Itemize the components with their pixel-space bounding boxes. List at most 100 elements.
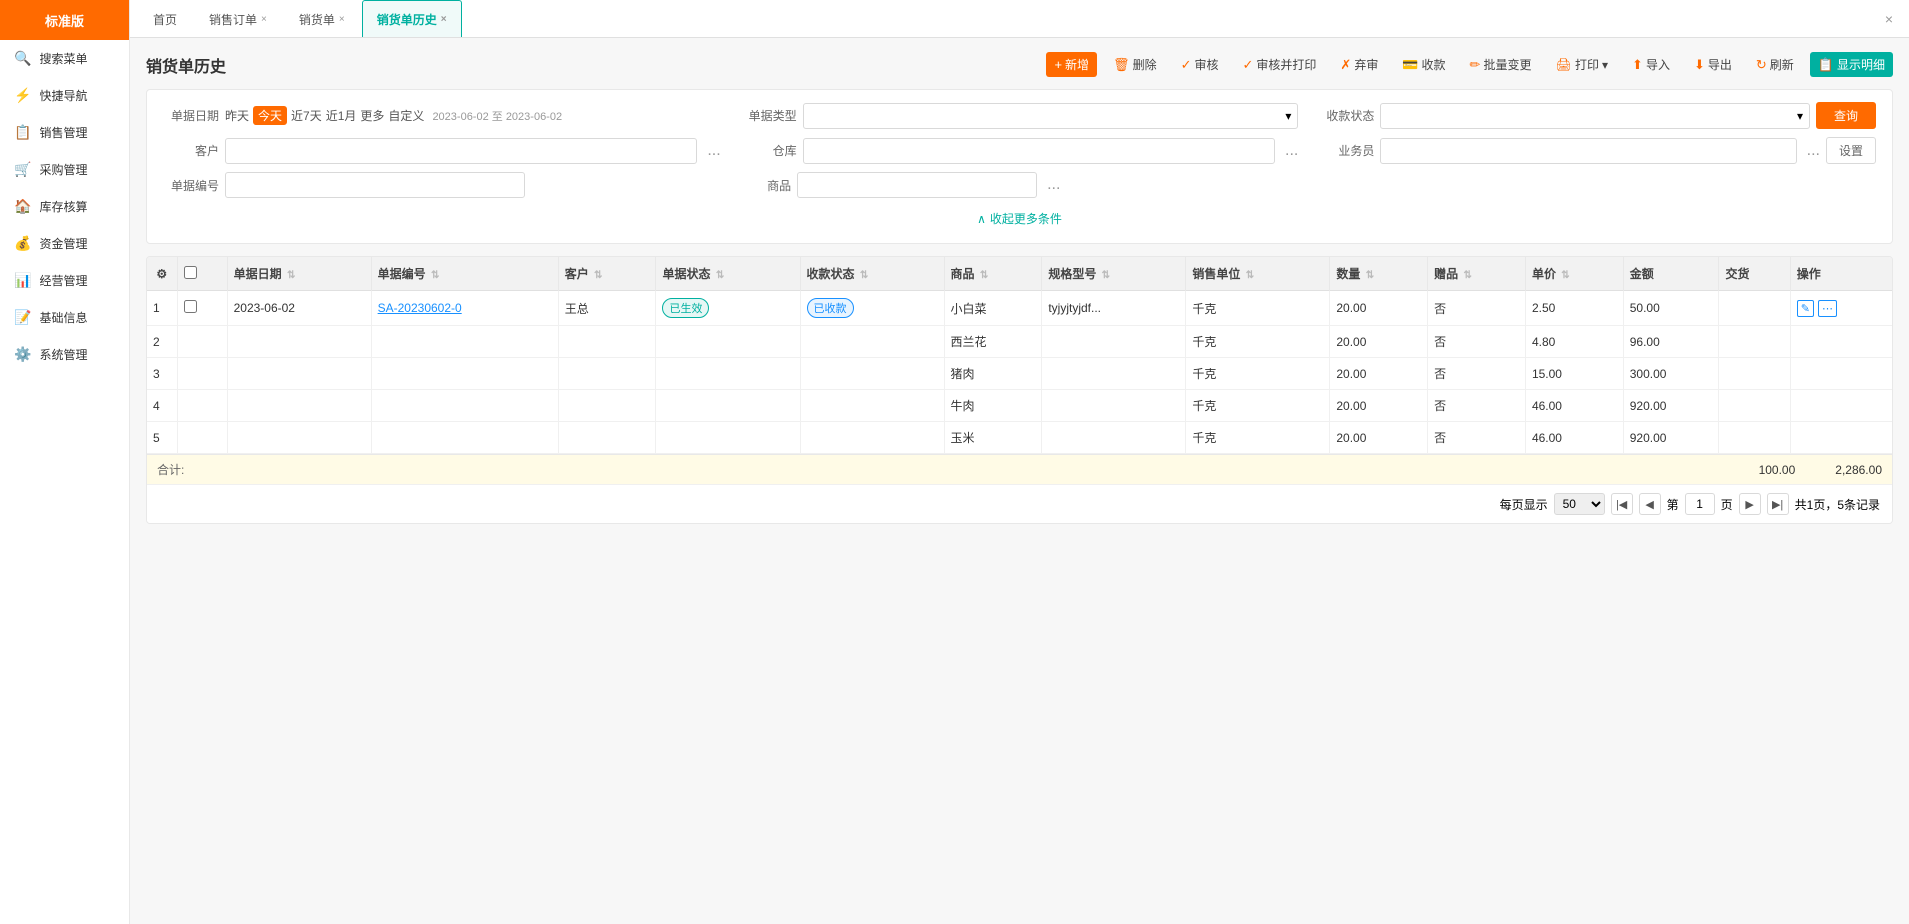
collapse-button[interactable]: ∧ 收起更多条件: [977, 206, 1062, 231]
row5-price: 46.00: [1525, 422, 1623, 454]
col-spec[interactable]: 规格型号 ⇅: [1042, 257, 1186, 291]
date-today[interactable]: 今天: [253, 106, 287, 125]
sidebar-item-sales-mgmt[interactable]: 📋 销售管理: [0, 114, 129, 151]
col-date[interactable]: 单据日期 ⇅: [227, 257, 371, 291]
collect-label: 收款: [1422, 56, 1446, 73]
filter-group-customer: 客户 ...: [163, 138, 721, 164]
batch-change-icon: ✏: [1470, 57, 1481, 73]
row1-checkbox[interactable]: [177, 291, 227, 326]
sidebar-item-quick-nav[interactable]: ⚡ 快捷导航: [0, 77, 129, 114]
sidebar-item-operations[interactable]: 📊 经营管理: [0, 262, 129, 299]
warehouse-label: 仓库: [741, 142, 797, 159]
goods-dots[interactable]: ...: [1047, 176, 1060, 194]
sidebar-item-search-menu[interactable]: 🔍 搜索菜单: [0, 40, 129, 77]
col-checkbox[interactable]: [177, 257, 227, 291]
next-page-btn[interactable]: ▶: [1739, 493, 1761, 515]
content-area: 销货单历史 + 新增 🗑 删除 ✓ 审核 ✓ 审核并打印: [130, 38, 1909, 924]
collect-status-select[interactable]: ▾: [1380, 103, 1810, 129]
col-goods[interactable]: 商品 ⇅: [944, 257, 1042, 291]
staff-dots[interactable]: ...: [1807, 142, 1820, 160]
sidebar-item-purchase-mgmt[interactable]: 🛒 采购管理: [0, 151, 129, 188]
sidebar-item-basic-info[interactable]: 📝 基础信息: [0, 299, 129, 336]
row1-more-btn[interactable]: ⋯: [1818, 300, 1837, 317]
customer-dots[interactable]: ...: [707, 142, 720, 160]
row1-gift: 否: [1428, 291, 1526, 326]
refresh-button[interactable]: ↻ 刷新: [1748, 52, 1802, 77]
goods-input[interactable]: [797, 172, 1037, 198]
sidebar-item-label: 资金管理: [39, 235, 87, 252]
doc-no-input[interactable]: [225, 172, 525, 198]
date-7days[interactable]: 近7天: [291, 107, 322, 124]
col-price[interactable]: 单价 ⇅: [1525, 257, 1623, 291]
last-page-btn[interactable]: ▶|: [1767, 493, 1789, 515]
new-button[interactable]: + 新增: [1046, 52, 1097, 77]
abandon-button[interactable]: ✗ 弃审: [1332, 52, 1386, 77]
table-row: 1 2023-06-02 SA-20230602-0 王总 已生效 已收款 小白…: [147, 291, 1892, 326]
per-page-select[interactable]: 50 100 200: [1554, 493, 1605, 515]
refresh-label: 刷新: [1770, 56, 1794, 73]
date-yesterday[interactable]: 昨天: [225, 107, 249, 124]
tab-sales-history[interactable]: 销货单历史 ×: [362, 0, 462, 37]
tab-sales-goods-close[interactable]: ×: [339, 14, 345, 25]
col-price-label: 单价: [1532, 267, 1556, 281]
close-all-tabs-button[interactable]: ×: [1877, 11, 1901, 27]
collect-icon: 💳: [1402, 57, 1418, 73]
collect-button[interactable]: 💳 收款: [1394, 52, 1453, 77]
row5-amount: 920.00: [1623, 422, 1719, 454]
toolbar: + 新增 🗑 删除 ✓ 审核 ✓ 审核并打印 ✗ 弃审: [1046, 52, 1893, 77]
col-collect-status[interactable]: 收款状态 ⇅: [800, 257, 944, 291]
tab-sales-goods[interactable]: 销货单 ×: [284, 0, 360, 37]
col-customer[interactable]: 客户 ⇅: [558, 257, 656, 291]
delete-button[interactable]: 🗑 删除: [1105, 52, 1165, 77]
filter-group-warehouse: 仓库 ...: [741, 138, 1299, 164]
review-button[interactable]: ✓ 审核: [1173, 52, 1227, 77]
col-no[interactable]: 单据编号 ⇅: [371, 257, 558, 291]
set-button[interactable]: 设置: [1826, 137, 1876, 164]
row1-no[interactable]: SA-20230602-0: [371, 291, 558, 326]
total-info: 共1页，5条记录: [1795, 496, 1880, 513]
staff-input[interactable]: [1380, 138, 1796, 164]
row1-edit-btn[interactable]: ✎: [1797, 300, 1814, 317]
prev-page-btn[interactable]: ◀: [1639, 493, 1661, 515]
footer-label: 合计:: [157, 461, 184, 478]
row3-goods: 猪肉: [944, 358, 1042, 390]
export-button[interactable]: ⬇ 导出: [1686, 52, 1740, 77]
tab-sales-history-close[interactable]: ×: [441, 14, 447, 25]
table-header-row: ⚙ 单据日期 ⇅ 单据编号 ⇅ 客户 ⇅: [147, 257, 1892, 291]
row1-goods: 小白菜: [944, 291, 1042, 326]
collect-status-label: 收款状态: [1318, 107, 1374, 124]
filter-group-doc-type: 单据类型 ▾: [741, 103, 1299, 129]
doc-type-select[interactable]: ▾: [803, 103, 1299, 129]
print-button[interactable]: 🖨 打印 ▾: [1547, 52, 1616, 77]
first-page-btn[interactable]: |◀: [1611, 493, 1633, 515]
query-button[interactable]: 查询: [1816, 102, 1876, 129]
col-qty[interactable]: 数量 ⇅: [1330, 257, 1428, 291]
show-detail-button[interactable]: 📋 显示明细: [1810, 52, 1893, 77]
batch-change-button[interactable]: ✏ 批量变更: [1462, 52, 1540, 77]
date-more[interactable]: 更多: [360, 107, 384, 124]
date-custom[interactable]: 自定义: [388, 107, 424, 124]
sidebar-item-system-mgmt[interactable]: ⚙️ 系统管理: [0, 336, 129, 373]
review-print-label: 审核并打印: [1256, 56, 1316, 73]
col-doc-status[interactable]: 单据状态 ⇅: [656, 257, 800, 291]
warehouse-input[interactable]: [803, 138, 1275, 164]
col-unit[interactable]: 销售单位 ⇅: [1186, 257, 1330, 291]
tab-home[interactable]: 首页: [138, 0, 192, 37]
tab-sales-history-label: 销货单历史: [377, 11, 437, 28]
date-1month[interactable]: 近1月: [326, 107, 357, 124]
select-all-checkbox[interactable]: [184, 266, 197, 279]
tab-sales-order[interactable]: 销售订单 ×: [194, 0, 282, 37]
row5-index: 5: [147, 422, 177, 454]
col-collect-status-label: 收款状态: [807, 267, 855, 281]
customer-input[interactable]: [225, 138, 697, 164]
page-number-input[interactable]: [1685, 493, 1715, 515]
date-range-display: 2023-06-02 至 2023-06-02: [432, 108, 562, 124]
sidebar-item-finance[interactable]: 💰 资金管理: [0, 225, 129, 262]
warehouse-dots[interactable]: ...: [1285, 142, 1298, 160]
tab-sales-order-close[interactable]: ×: [261, 14, 267, 25]
review-print-button[interactable]: ✓ 审核并打印: [1235, 52, 1325, 77]
col-gear[interactable]: ⚙: [147, 257, 177, 291]
col-gift[interactable]: 赠品 ⇅: [1428, 257, 1526, 291]
import-button[interactable]: ⬆ 导入: [1624, 52, 1678, 77]
sidebar-item-inventory[interactable]: 🏠 库存核算: [0, 188, 129, 225]
